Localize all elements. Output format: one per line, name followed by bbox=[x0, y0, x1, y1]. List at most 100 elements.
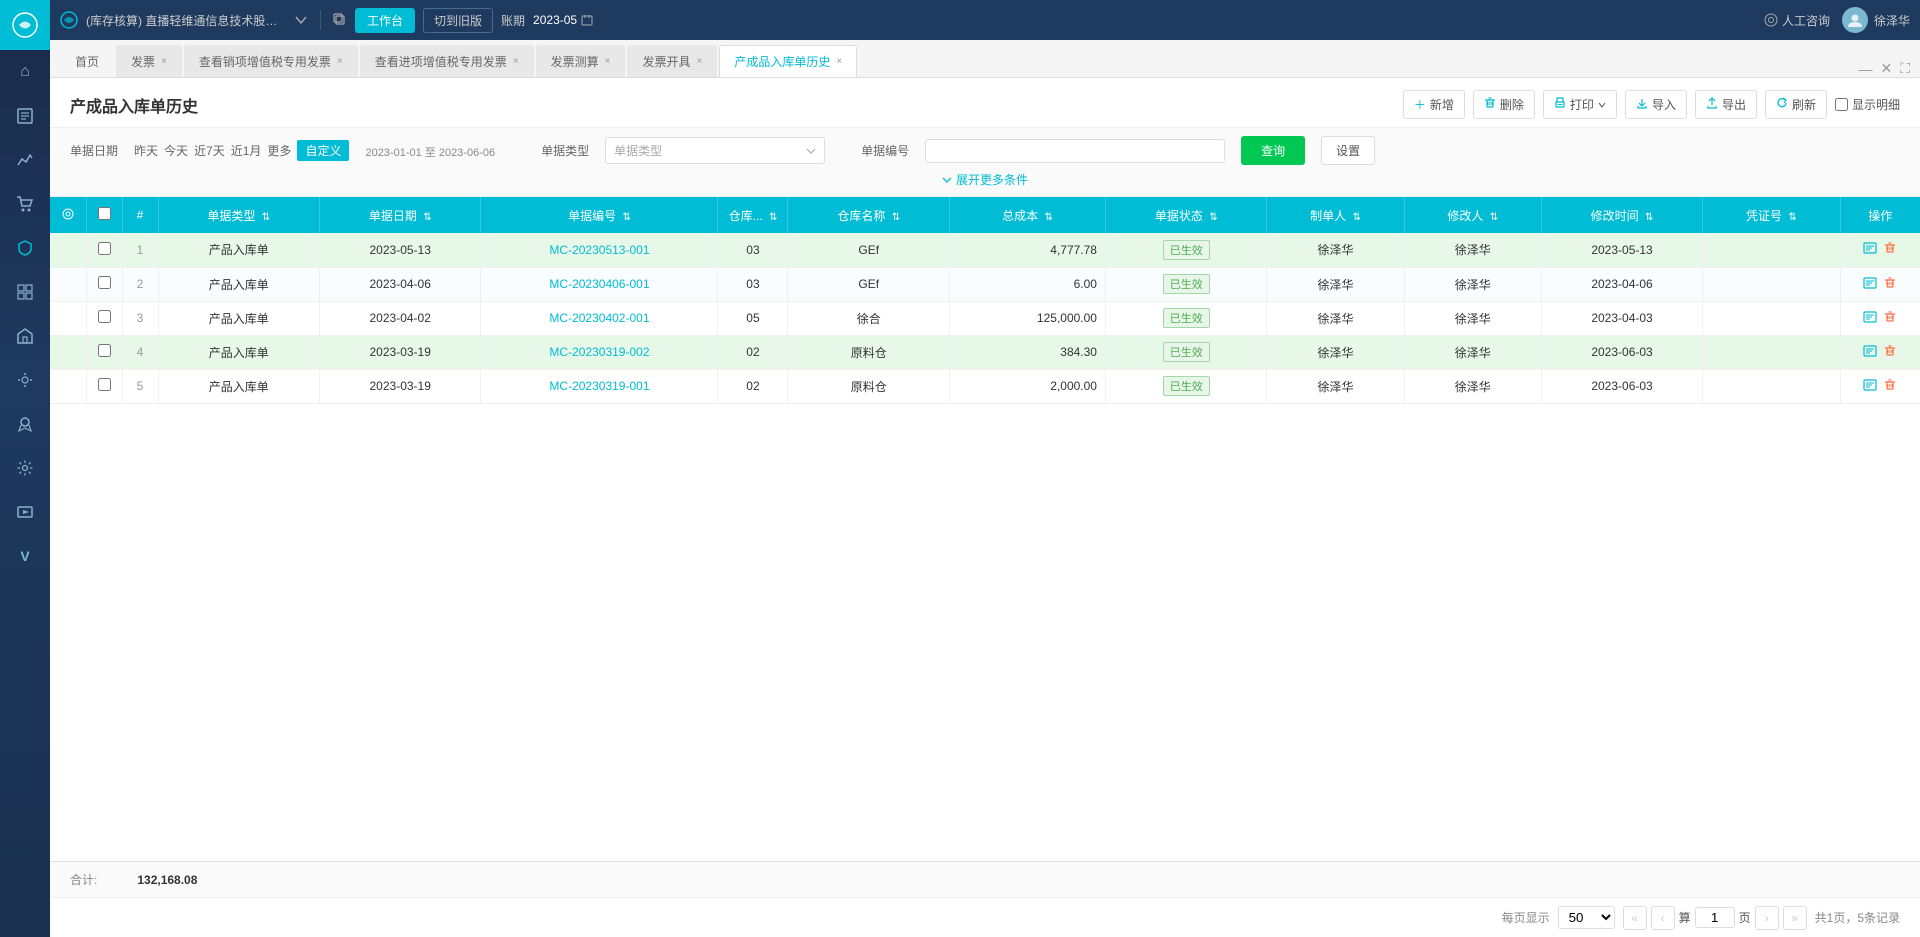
expand-conditions-btn[interactable]: 展开更多条件 bbox=[942, 171, 1028, 188]
switch-old-button[interactable]: 切到旧版 bbox=[423, 8, 493, 33]
next-page-btn[interactable]: › bbox=[1755, 906, 1779, 930]
sidebar-item-document[interactable] bbox=[0, 94, 50, 138]
sidebar-item-home[interactable]: ⌂ bbox=[0, 50, 50, 94]
sidebar-item-badge[interactable] bbox=[0, 402, 50, 446]
edit-icon[interactable] bbox=[1863, 276, 1877, 293]
export-button[interactable]: 导出 bbox=[1695, 90, 1757, 119]
docno-cell[interactable]: MC-20230402-001 bbox=[481, 301, 718, 335]
edit-icon[interactable] bbox=[1863, 378, 1877, 395]
delete-row-icon[interactable] bbox=[1883, 276, 1897, 293]
shortcut-7days[interactable]: 近7天 bbox=[194, 142, 225, 159]
refresh-button[interactable]: 刷新 bbox=[1765, 90, 1827, 119]
sidebar-item-shopping[interactable] bbox=[0, 182, 50, 226]
shortcut-yesterday[interactable]: 昨天 bbox=[134, 142, 158, 159]
tab-purchase-vat[interactable]: 查看进项增值税专用发票 × bbox=[360, 45, 534, 77]
row-checkbox[interactable] bbox=[98, 378, 111, 391]
delete-row-icon[interactable] bbox=[1883, 241, 1897, 258]
settings-col-header[interactable] bbox=[50, 197, 86, 233]
checkbox-cell[interactable] bbox=[86, 233, 122, 267]
tab-invoice[interactable]: 发票 × bbox=[116, 45, 182, 77]
tab-product-receipt-close[interactable]: × bbox=[836, 56, 842, 67]
row-checkbox[interactable] bbox=[98, 344, 111, 357]
edit-icon[interactable] bbox=[1863, 344, 1877, 361]
column-settings-icon[interactable] bbox=[61, 207, 75, 221]
checkbox-cell[interactable] bbox=[86, 301, 122, 335]
modifier-col-header[interactable]: 修改人 ⇅ bbox=[1404, 197, 1541, 233]
workspace-button[interactable]: 工作台 bbox=[355, 8, 415, 33]
app-logo[interactable] bbox=[0, 0, 50, 50]
tab-sales-vat[interactable]: 查看销项增值税专用发票 × bbox=[184, 45, 358, 77]
edit-icon[interactable] bbox=[1863, 310, 1877, 327]
total-cost-col-header[interactable]: 总成本 ⇅ bbox=[949, 197, 1105, 233]
tab-invoice-calc-close[interactable]: × bbox=[605, 56, 611, 67]
wh-code-col-header[interactable]: 仓库... ⇅ bbox=[718, 197, 788, 233]
delete-row-icon[interactable] bbox=[1883, 378, 1897, 395]
tab-purchase-vat-close[interactable]: × bbox=[513, 56, 519, 67]
shortcut-more[interactable]: 更多 bbox=[267, 142, 291, 159]
company-dropdown-icon[interactable] bbox=[294, 13, 308, 27]
show-detail-checkbox[interactable] bbox=[1835, 98, 1848, 111]
docdate-col-header[interactable]: 单据日期 ⇅ bbox=[319, 197, 480, 233]
tab-invoice-calc[interactable]: 发票测算 × bbox=[536, 45, 626, 77]
date-custom-btn[interactable]: 自定义 bbox=[297, 140, 349, 161]
doc-status-col-header[interactable]: 单据状态 ⇅ bbox=[1105, 197, 1266, 233]
tab-sales-vat-close[interactable]: × bbox=[337, 56, 343, 67]
support-area[interactable]: 人工咨询 bbox=[1764, 12, 1830, 29]
settings-filter-button[interactable]: 设置 bbox=[1321, 136, 1375, 165]
wh-name-col-header[interactable]: 仓库名称 ⇅ bbox=[788, 197, 949, 233]
tab-home[interactable]: 首页 bbox=[60, 45, 114, 77]
sidebar-item-settings[interactable] bbox=[0, 446, 50, 490]
checkbox-cell[interactable] bbox=[86, 369, 122, 403]
print-button[interactable]: 打印 bbox=[1543, 90, 1617, 119]
sidebar-item-chart[interactable] bbox=[0, 138, 50, 182]
sidebar-item-grid[interactable] bbox=[0, 270, 50, 314]
page-size-select[interactable]: 10 20 50 100 bbox=[1558, 906, 1615, 929]
sidebar-item-tools[interactable] bbox=[0, 358, 50, 402]
doc-link[interactable]: MC-20230319-002 bbox=[549, 345, 649, 359]
shortcut-today[interactable]: 今天 bbox=[164, 142, 188, 159]
docno-col-header[interactable]: 单据编号 ⇅ bbox=[481, 197, 718, 233]
checkbox-cell[interactable] bbox=[86, 335, 122, 369]
delete-row-icon[interactable] bbox=[1883, 344, 1897, 361]
doc-link[interactable]: MC-20230513-001 bbox=[549, 243, 649, 257]
sidebar-item-warehouse[interactable] bbox=[0, 314, 50, 358]
tab-invoice-open[interactable]: 发票开具 × bbox=[627, 45, 717, 77]
row-checkbox[interactable] bbox=[98, 310, 111, 323]
window-close[interactable]: ✕ bbox=[1880, 60, 1892, 77]
voucher-col-header[interactable]: 凭证号 ⇅ bbox=[1703, 197, 1840, 233]
row-checkbox[interactable] bbox=[98, 276, 111, 289]
last-page-btn[interactable]: » bbox=[1783, 906, 1807, 930]
window-maximize[interactable]: ⛶ bbox=[1900, 60, 1910, 77]
edit-icon[interactable] bbox=[1863, 241, 1877, 258]
doctype-col-header[interactable]: 单据类型 ⇅ bbox=[158, 197, 319, 233]
first-page-btn[interactable]: « bbox=[1623, 906, 1647, 930]
sidebar-item-media[interactable] bbox=[0, 490, 50, 534]
page-input[interactable] bbox=[1695, 907, 1735, 928]
import-button[interactable]: 导入 bbox=[1625, 90, 1687, 119]
docno-cell[interactable]: MC-20230319-001 bbox=[481, 369, 718, 403]
doc-link[interactable]: MC-20230319-001 bbox=[549, 379, 649, 393]
tab-invoice-open-close[interactable]: × bbox=[696, 56, 702, 67]
calendar-icon[interactable] bbox=[581, 14, 593, 26]
copy-icon[interactable] bbox=[333, 13, 347, 27]
checkbox-cell[interactable] bbox=[86, 267, 122, 301]
docno-cell[interactable]: MC-20230319-002 bbox=[481, 335, 718, 369]
shortcut-1month[interactable]: 近1月 bbox=[231, 142, 262, 159]
window-minimize[interactable]: — bbox=[1858, 61, 1872, 77]
new-button[interactable]: ＋ 新增 bbox=[1403, 90, 1465, 119]
creator-col-header[interactable]: 制单人 ⇅ bbox=[1267, 197, 1404, 233]
checkbox-col-header[interactable] bbox=[86, 197, 122, 233]
sidebar-item-version[interactable]: V bbox=[0, 534, 50, 578]
delete-row-icon[interactable] bbox=[1883, 310, 1897, 327]
doc-type-select[interactable]: 单据类型 bbox=[605, 137, 825, 164]
doc-link[interactable]: MC-20230402-001 bbox=[549, 311, 649, 325]
row-checkbox[interactable] bbox=[98, 242, 111, 255]
sidebar-item-security[interactable] bbox=[0, 226, 50, 270]
modify-time-col-header[interactable]: 修改时间 ⇅ bbox=[1541, 197, 1702, 233]
user-area[interactable]: 徐泽华 bbox=[1842, 7, 1910, 33]
prev-page-btn[interactable]: ‹ bbox=[1651, 906, 1675, 930]
docno-cell[interactable]: MC-20230513-001 bbox=[481, 233, 718, 267]
doc-no-input[interactable] bbox=[925, 139, 1225, 163]
doc-link[interactable]: MC-20230406-001 bbox=[549, 277, 649, 291]
docno-cell[interactable]: MC-20230406-001 bbox=[481, 267, 718, 301]
